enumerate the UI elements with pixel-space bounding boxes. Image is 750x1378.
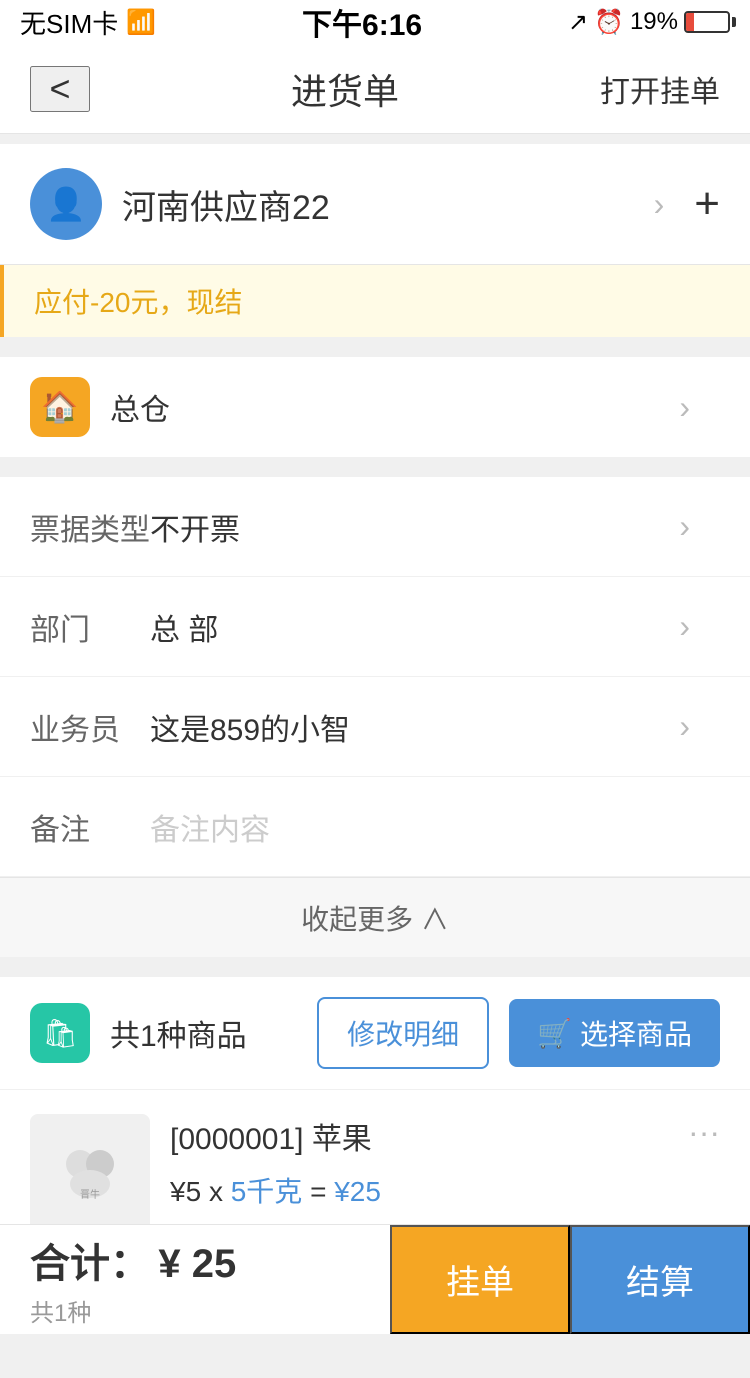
product-header: 🛍 共1种商品 修改明细 🛒 选择商品: [0, 977, 750, 1089]
multiply-sign: x: [209, 1176, 231, 1207]
page-title: 进货单: [291, 63, 399, 115]
product-thumbnail: 晋牛: [30, 1114, 150, 1234]
supplier-section: 👤 河南供应商22 › + 应付-20元，现结: [0, 144, 750, 337]
settle-button[interactable]: 结算: [570, 1225, 750, 1334]
status-bar: 无SIM卡 📶 下午6:16 ↗ ⏰ 19%: [0, 0, 750, 44]
total-label: 合计：: [30, 1242, 150, 1286]
quantity: 5千克: [231, 1176, 303, 1207]
department-label: 部门: [30, 605, 150, 649]
notice-bar: 应付-20元，现结: [0, 265, 750, 337]
warehouse-name: 总仓: [110, 385, 679, 429]
supplier-name: 河南供应商22: [122, 180, 654, 229]
total-count: 共1种: [30, 1293, 360, 1328]
svg-text:晋牛: 晋牛: [80, 1188, 100, 1201]
salesperson-label: 业务员: [30, 705, 150, 749]
back-button[interactable]: <: [30, 66, 90, 112]
warehouse-row[interactable]: 🏠 总仓 ›: [0, 357, 750, 457]
warehouse-section: 🏠 总仓 ›: [0, 357, 750, 457]
product-code: [0000001]: [170, 1123, 303, 1156]
select-product-label: 选择商品: [580, 1013, 692, 1053]
section-gap-1: [0, 337, 750, 357]
product-count: 共1种商品: [110, 1011, 297, 1055]
battery-text: 19%: [630, 8, 678, 36]
total-amount: 合计： ¥ 25: [30, 1231, 360, 1289]
nav-bar: < 进货单 打开挂单: [0, 44, 750, 134]
total-section: 合计： ¥ 25 共1种: [0, 1225, 390, 1334]
product-image-placeholder: 晋牛: [50, 1144, 130, 1204]
status-bar-left: 无SIM卡 📶: [20, 4, 156, 41]
collapse-label: 收起更多 ∧: [301, 898, 449, 938]
invoice-type-label: 票据类型: [30, 505, 150, 549]
warehouse-chevron-icon: ›: [679, 389, 690, 426]
add-supplier-button[interactable]: +: [694, 179, 720, 229]
product-price: ¥5 x 5千克 = ¥25: [170, 1170, 668, 1210]
salesperson-row[interactable]: 业务员 这是859的小智 ›: [0, 677, 750, 777]
collapse-button[interactable]: 收起更多 ∧: [0, 877, 750, 957]
remark-input[interactable]: 备注内容: [150, 805, 720, 849]
department-row[interactable]: 部门 总 部 ›: [0, 577, 750, 677]
warehouse-icon: 🏠: [30, 377, 90, 437]
more-options-button[interactable]: ···: [688, 1114, 720, 1151]
product-name: 苹果: [312, 1123, 372, 1156]
equals-sign: =: [310, 1176, 334, 1207]
product-section: 🛍 共1种商品 修改明细 🛒 选择商品 晋牛 [0000001] 苹果 ¥5: [0, 977, 750, 1258]
department-value: 总 部: [150, 605, 679, 649]
product-title: [0000001] 苹果: [170, 1114, 668, 1158]
bottom-bar: 合计： ¥ 25 共1种 挂单 结算: [0, 1224, 750, 1334]
open-pending-button[interactable]: 打开挂单: [600, 67, 720, 111]
shopping-bag-icon: 🛍: [42, 1017, 78, 1050]
salesperson-value: 这是859的小智: [150, 705, 679, 749]
supplier-avatar: 👤: [30, 168, 102, 240]
edit-detail-button[interactable]: 修改明细: [317, 997, 489, 1069]
department-chevron-icon: ›: [679, 608, 690, 645]
total-price: ¥25: [334, 1176, 381, 1207]
product-icon: 🛍: [30, 1003, 90, 1063]
section-gap-2: [0, 457, 750, 477]
remark-label: 备注: [30, 805, 150, 849]
product-info: [0000001] 苹果 ¥5 x 5千克 = ¥25: [170, 1114, 668, 1210]
remark-row[interactable]: 备注 备注内容: [0, 777, 750, 877]
cart-icon: 🛒: [537, 1017, 572, 1050]
invoice-type-chevron-icon: ›: [679, 508, 690, 545]
pending-button[interactable]: 挂单: [390, 1225, 570, 1334]
invoice-type-value: 不开票: [150, 505, 679, 549]
battery-icon: [684, 11, 730, 33]
total-value: ¥ 25: [158, 1242, 236, 1286]
wifi-icon: 📶: [126, 8, 156, 37]
alarm-icon: ⏰: [594, 8, 624, 37]
avatar-icon: 👤: [46, 185, 86, 223]
invoice-type-row[interactable]: 票据类型 不开票 ›: [0, 477, 750, 577]
select-product-button[interactable]: 🛒 选择商品: [509, 999, 720, 1067]
status-bar-right: ↗ ⏰ 19%: [568, 8, 730, 37]
status-bar-time: 下午6:16: [302, 0, 422, 44]
location-icon: ↗: [568, 8, 588, 37]
supplier-row[interactable]: 👤 河南供应商22 › +: [0, 144, 750, 265]
salesperson-chevron-icon: ›: [679, 708, 690, 745]
nav-spacer: [0, 134, 750, 144]
unit-price: ¥5: [170, 1176, 201, 1207]
form-section: 票据类型 不开票 › 部门 总 部 › 业务员 这是859的小智 › 备注 备注…: [0, 477, 750, 957]
chevron-right-icon: ›: [654, 186, 665, 223]
section-gap-3: [0, 957, 750, 977]
carrier-text: 无SIM卡: [20, 4, 118, 41]
